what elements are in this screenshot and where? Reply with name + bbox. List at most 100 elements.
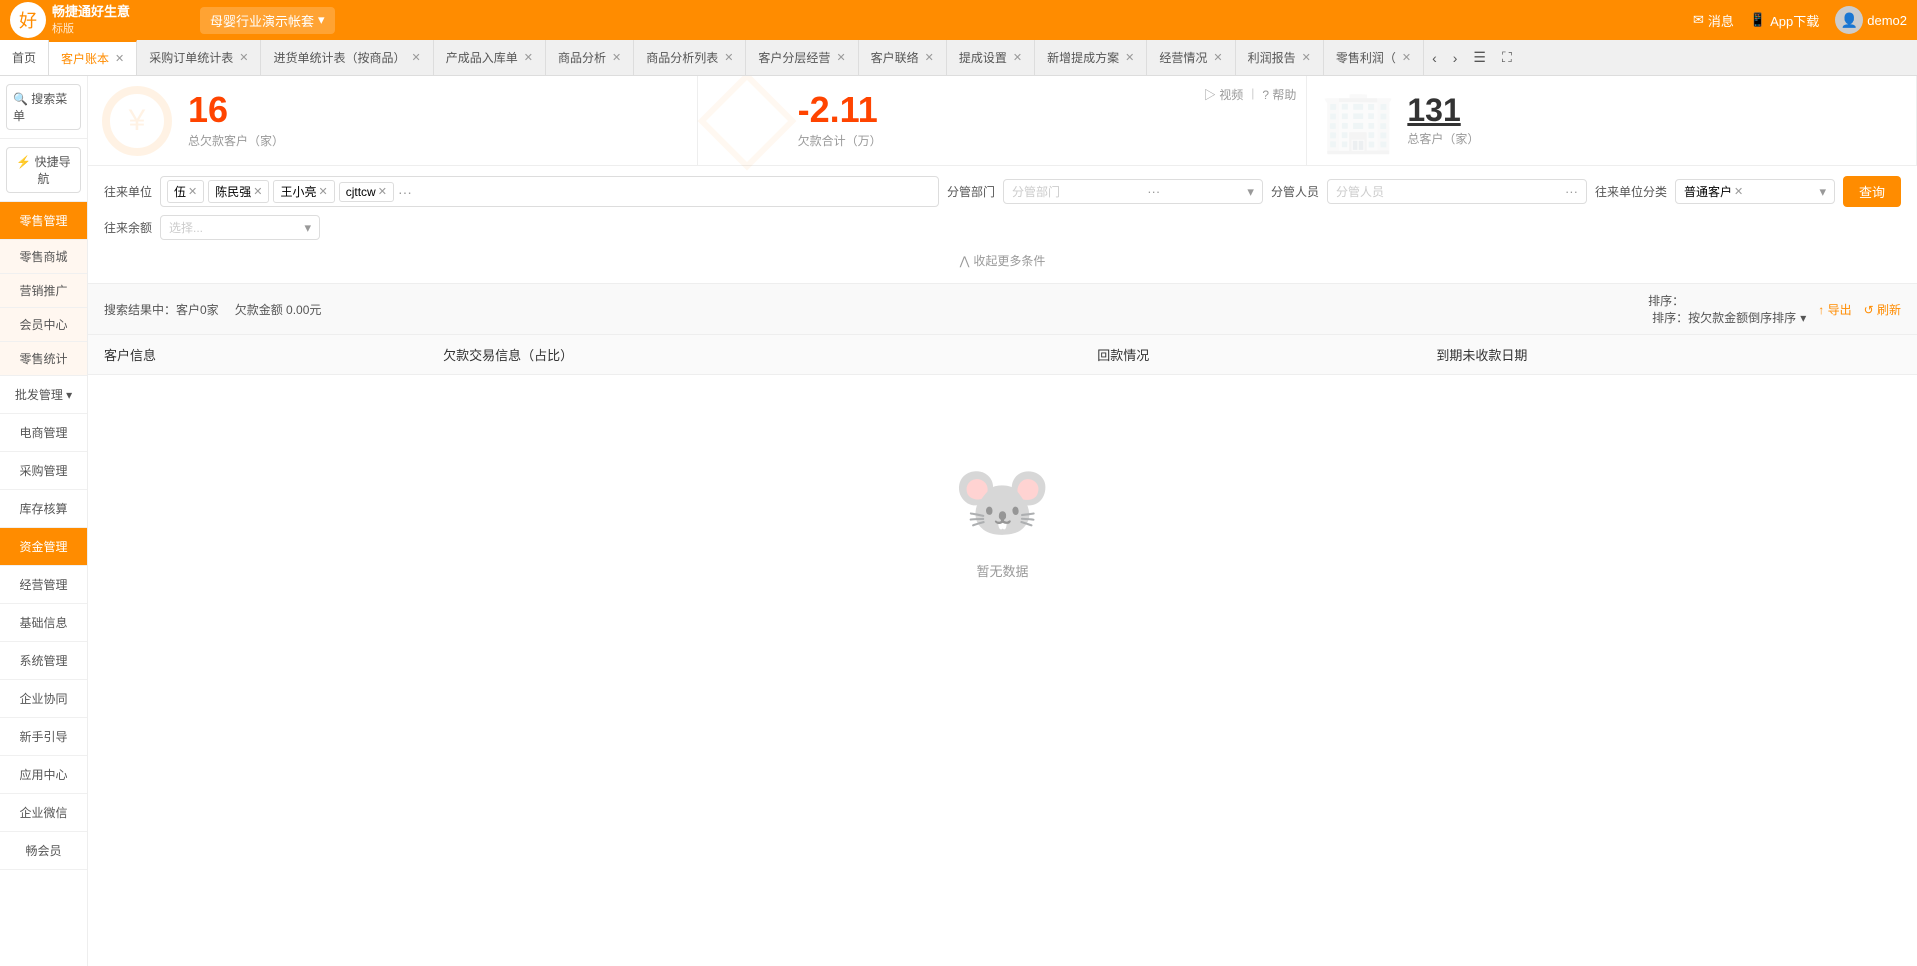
- tab-goods-analysis[interactable]: 商品分析 ✕: [546, 40, 634, 76]
- dept-more-icon[interactable]: ···: [1147, 184, 1160, 199]
- help-btn[interactable]: ? 帮助: [1262, 86, 1296, 103]
- tab-customer-contact[interactable]: 客户联络 ✕: [859, 40, 947, 76]
- empty-text: 暂无数据: [976, 561, 1028, 580]
- unit-tag-more[interactable]: ···: [398, 184, 412, 200]
- tab-scroll-left[interactable]: ‹: [1424, 40, 1445, 76]
- collapse-filters-btn[interactable]: ⋀ 收起更多条件: [956, 248, 1050, 273]
- stat-total-credit-customers: ¥ 16 总欠款客户（家）: [88, 76, 698, 165]
- sidebar-item-retail-mall[interactable]: 零售商城: [0, 240, 87, 274]
- avatar: 👤: [1835, 6, 1863, 34]
- tab-profit-close[interactable]: ✕: [1302, 51, 1311, 64]
- tab-scroll-right[interactable]: ›: [1445, 40, 1466, 76]
- app-download-btn[interactable]: 📱 App下载: [1750, 11, 1819, 30]
- empty-state: 🐭 暂无数据: [88, 375, 1917, 660]
- sidebar-item-marketing[interactable]: 营销推广: [0, 274, 87, 308]
- balance-dropdown-icon: ▾: [304, 220, 311, 236]
- tab-contact-close[interactable]: ✕: [925, 51, 934, 64]
- sort-select[interactable]: 排序：按欠款金额倒序排序 ▾: [1648, 309, 1806, 326]
- sidebar-item-retail-stats[interactable]: 零售统计: [0, 342, 87, 376]
- query-button[interactable]: 查询: [1843, 176, 1901, 207]
- unit-filter-label: 往来单位: [104, 183, 152, 200]
- refresh-icon: ↺: [1864, 303, 1874, 317]
- tab-inbound-stat-close[interactable]: ✕: [412, 51, 421, 64]
- search-menu-btn[interactable]: 🔍 搜索菜单: [6, 84, 81, 130]
- sort-label-text: 排序：按欠款金额倒序排序: [1652, 309, 1796, 326]
- sidebar-quick-nav-area: ⚡ 快捷导航: [0, 139, 87, 202]
- unit-filter-tags[interactable]: 伍 ✕ 陈民强 ✕ 王小亮 ✕ cjttcw ✕: [160, 176, 939, 207]
- refresh-btn[interactable]: ↺ 刷新: [1864, 301, 1901, 318]
- person-filter-label: 分管人员: [1271, 183, 1319, 200]
- quick-nav-btn[interactable]: ⚡ 快捷导航: [6, 147, 81, 193]
- user-menu[interactable]: 👤 demo2: [1835, 6, 1907, 34]
- tab-promo-settings-close[interactable]: ✕: [1013, 51, 1022, 64]
- sidebar-item-inventory[interactable]: 库存核算: [0, 490, 87, 528]
- sidebar-item-basic-info[interactable]: 基础信息: [0, 604, 87, 642]
- tab-goods-analysis-list[interactable]: 商品分析列表 ✕: [634, 40, 746, 76]
- tab-purchase-order-close[interactable]: ✕: [239, 51, 248, 64]
- phone-icon: 📱: [1750, 12, 1766, 28]
- app-sub: 标版: [52, 20, 130, 36]
- sidebar-item-ops-mgmt[interactable]: 经营管理: [0, 566, 87, 604]
- org-selector[interactable]: 母婴行业演示帐套 ▾: [200, 7, 335, 34]
- export-btn[interactable]: ↑ 导出: [1818, 301, 1851, 318]
- sidebar-item-ecommerce[interactable]: 电商管理: [0, 414, 87, 452]
- tab-biz-status-close[interactable]: ✕: [1213, 51, 1222, 64]
- category-tag-1-close[interactable]: ✕: [1734, 185, 1743, 198]
- unit-tag-1-close[interactable]: ✕: [188, 185, 197, 198]
- sidebar-item-enterprise-collab[interactable]: 企业协同: [0, 680, 87, 718]
- tab-profit-report[interactable]: 利润报告 ✕: [1236, 40, 1324, 76]
- tab-retail-profit-close[interactable]: ✕: [1402, 51, 1411, 64]
- tab-accounts-close[interactable]: ✕: [115, 52, 124, 65]
- sidebar-item-purchase[interactable]: 采购管理: [0, 452, 87, 490]
- stat-total-credit-amount: -2.11 欠款合计（万） ▷ 视频 | ? 帮助: [698, 76, 1308, 165]
- tab-retail-profit[interactable]: 零售利润（ ✕: [1324, 40, 1424, 76]
- tab-purchase-order[interactable]: 采购订单统计表 ✕: [137, 40, 261, 76]
- sidebar: 🔍 搜索菜单 ⚡ 快捷导航 零售管理 零售商城 营销推广 会员中心 零售统计 批…: [0, 76, 88, 966]
- empty-icon: 🐭: [953, 455, 1053, 549]
- sidebar-item-app-center[interactable]: 应用中心: [0, 756, 87, 794]
- sidebar-item-premium-member[interactable]: 畅会员: [0, 832, 87, 870]
- person-placeholder: 分管人员: [1336, 183, 1384, 200]
- tab-accounts[interactable]: 客户账本 ✕: [49, 40, 137, 76]
- dept-filter-select[interactable]: 分管部门 ··· ▾: [1003, 179, 1263, 204]
- tab-segment-close[interactable]: ✕: [836, 51, 845, 64]
- tab-goods-analysis-close[interactable]: ✕: [612, 51, 621, 64]
- sidebar-item-member-center[interactable]: 会员中心: [0, 308, 87, 342]
- balance-filter-select[interactable]: 选择... ▾: [160, 215, 320, 240]
- tab-production[interactable]: 产成品入库单 ✕: [434, 40, 546, 76]
- sidebar-search-area: 🔍 搜索菜单: [0, 76, 87, 139]
- unit-tag-4-close[interactable]: ✕: [378, 185, 387, 198]
- tab-bar: 首页 客户账本 ✕ 采购订单统计表 ✕ 进货单统计表（按商品） ✕ 产成品入库单…: [0, 40, 1917, 76]
- unit-tag-2-close[interactable]: ✕: [253, 185, 262, 198]
- sidebar-item-batch-mgmt[interactable]: 批发管理 ▾: [0, 376, 87, 414]
- balance-filter-label: 往来余额: [104, 219, 152, 236]
- sidebar-item-new-guide[interactable]: 新手引导: [0, 718, 87, 756]
- tab-new-promo-close[interactable]: ✕: [1125, 51, 1134, 64]
- stat-total-customers-label: 总客户（家）: [1407, 130, 1896, 147]
- tab-promotion-settings[interactable]: 提成设置 ✕: [947, 40, 1035, 76]
- unit-tag-3-close[interactable]: ✕: [319, 185, 328, 198]
- col-overdue-date: 到期未收款日期: [1420, 335, 1917, 375]
- tab-new-promotion[interactable]: 新增提成方案 ✕: [1035, 40, 1147, 76]
- message-btn[interactable]: ✉ 消息: [1693, 11, 1734, 30]
- tab-home[interactable]: 首页: [0, 40, 49, 76]
- tab-inbound-stat[interactable]: 进货单统计表（按商品） ✕: [261, 40, 433, 76]
- person-filter-select[interactable]: 分管人员 ···: [1327, 179, 1587, 204]
- person-more-icon[interactable]: ···: [1565, 184, 1578, 199]
- tab-fullscreen[interactable]: ⛶: [1494, 40, 1520, 76]
- tab-production-close[interactable]: ✕: [524, 51, 533, 64]
- sidebar-item-system-mgmt[interactable]: 系统管理: [0, 642, 87, 680]
- sidebar-item-finance[interactable]: 资金管理: [0, 528, 87, 566]
- tab-menu[interactable]: ☰: [1465, 40, 1494, 76]
- category-filter-label: 往来单位分类: [1595, 183, 1667, 200]
- tab-business-status[interactable]: 经营情况 ✕: [1147, 40, 1235, 76]
- sidebar-item-enterprise-wechat[interactable]: 企业微信: [0, 794, 87, 832]
- stat-total-customers-value[interactable]: 131: [1407, 94, 1896, 126]
- video-btn[interactable]: ▷ 视频: [1204, 86, 1243, 103]
- tab-customer-segment[interactable]: 客户分层经营 ✕: [746, 40, 858, 76]
- sidebar-item-retail-mgmt[interactable]: 零售管理: [0, 202, 87, 240]
- filter-row-1: 往来单位 伍 ✕ 陈民强 ✕ 王小亮 ✕: [104, 176, 1901, 207]
- category-filter-select[interactable]: 普通客户 ✕ ▾: [1675, 179, 1835, 204]
- tab-goods-list-close[interactable]: ✕: [724, 51, 733, 64]
- category-dropdown-icon: ▾: [1819, 184, 1826, 200]
